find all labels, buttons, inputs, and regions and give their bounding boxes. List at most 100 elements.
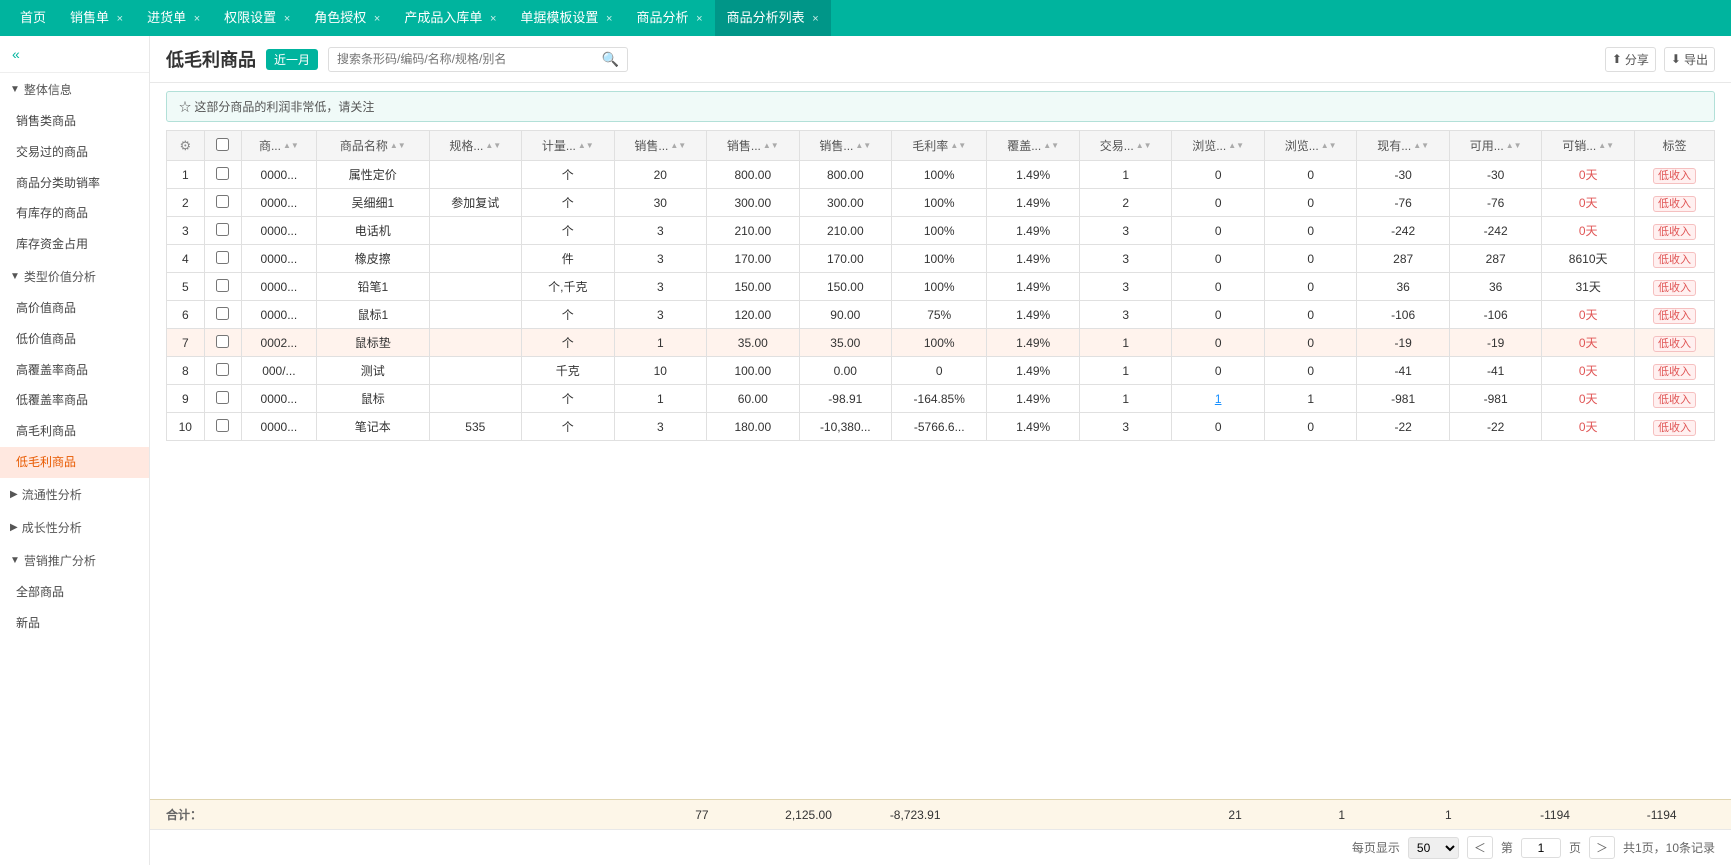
row-checkbox-5[interactable]	[204, 273, 241, 301]
col-current-stock-header[interactable]: 现有... ▲▼	[1357, 131, 1450, 161]
row-checkbox-6[interactable]	[204, 301, 241, 329]
row-checkbox-1[interactable]	[204, 161, 241, 189]
close-permissions-tab[interactable]: ×	[284, 13, 290, 25]
sidebar-item-category-sales-rate[interactable]: 商品分类助销率	[0, 168, 149, 199]
sidebar-item-high-value[interactable]: 高价值商品	[0, 293, 149, 324]
row-select-checkbox-10[interactable]	[216, 419, 229, 432]
col-code-header[interactable]: 商... ▲▼	[241, 131, 316, 161]
select-all-checkbox[interactable]	[216, 138, 229, 151]
row-checkbox-2[interactable]	[204, 189, 241, 217]
nav-analysis-list[interactable]: 商品分析列表 ×	[715, 0, 831, 36]
row-checkbox-9[interactable]	[204, 385, 241, 413]
row-select-checkbox-8[interactable]	[216, 363, 229, 376]
sidebar-item-capital-occupied[interactable]: 库存资金占用	[0, 229, 149, 260]
tag-badge-3: 低收入	[1653, 224, 1696, 240]
sidebar-item-low-profit[interactable]: 低毛利商品	[0, 447, 149, 478]
row-available-1: -30	[1449, 161, 1542, 189]
nav-sales[interactable]: 销售单 ×	[58, 0, 135, 36]
sidebar-group-marketing-analysis[interactable]: ▼ 营销推广分析	[0, 544, 149, 577]
row-select-checkbox-5[interactable]	[216, 279, 229, 292]
sellable-value-3: 0天	[1579, 224, 1598, 238]
sidebar-group-value-analysis[interactable]: ▼ 类型价值分析	[0, 260, 149, 293]
row-trade-count-2: 2	[1079, 189, 1172, 217]
row-select-checkbox-4[interactable]	[216, 251, 229, 264]
col-settings[interactable]: ⚙	[167, 131, 205, 161]
row-checkbox-10[interactable]	[204, 413, 241, 441]
sidebar-group-overall[interactable]: ▼ 整体信息	[0, 73, 149, 106]
row-select-checkbox-3[interactable]	[216, 223, 229, 236]
col-unit-header[interactable]: 计量... ▲▼	[522, 131, 615, 161]
alert-bar: ☆ 这部分商品的利润非常低，请关注	[166, 91, 1715, 122]
row-checkbox-7[interactable]	[204, 329, 241, 357]
row-code-2: 0000...	[241, 189, 316, 217]
nav-permissions[interactable]: 权限设置 ×	[212, 0, 302, 36]
col-trade-count-header[interactable]: 交易... ▲▼	[1079, 131, 1172, 161]
time-tag-btn[interactable]: 近一月	[266, 49, 318, 70]
close-analysis-list-tab[interactable]: ×	[812, 13, 818, 25]
sidebar-item-traded[interactable]: 交易过的商品	[0, 137, 149, 168]
sidebar-item-sales-category[interactable]: 销售类商品	[0, 106, 149, 137]
sidebar-group-flow-analysis[interactable]: ▶ 流通性分析	[0, 478, 149, 511]
view1-link-9[interactable]: 1	[1215, 392, 1222, 406]
row-available-5: 36	[1449, 273, 1542, 301]
col-spec-header[interactable]: 规格... ▲▼	[429, 131, 522, 161]
col-view1-header[interactable]: 浏览... ▲▼	[1172, 131, 1265, 161]
page-label: 第	[1501, 839, 1513, 856]
sidebar-collapse-btn[interactable]: «	[8, 42, 24, 66]
close-templates-tab[interactable]: ×	[606, 13, 612, 25]
row-select-checkbox-1[interactable]	[216, 167, 229, 180]
nav-templates[interactable]: 单据模板设置 ×	[508, 0, 624, 36]
sidebar-item-all-products[interactable]: 全部商品	[0, 577, 149, 608]
next-page-btn[interactable]: ＞	[1589, 836, 1615, 859]
close-purchase-tab[interactable]: ×	[194, 13, 200, 25]
sidebar-group-growth-analysis[interactable]: ▶ 成长性分析	[0, 511, 149, 544]
row-view1-9[interactable]: 1	[1172, 385, 1265, 413]
table-body: 1 0000... 属性定价 个 20 800.00 800.00 100% 1…	[167, 161, 1715, 441]
col-checkbox-header[interactable]	[204, 131, 241, 161]
col-sales-price-header[interactable]: 销售... ▲▼	[707, 131, 800, 161]
close-roles-tab[interactable]: ×	[374, 13, 380, 25]
row-checkbox-4[interactable]	[204, 245, 241, 273]
row-sales-qty-7: 1	[614, 329, 707, 357]
sidebar-item-low-coverage[interactable]: 低覆盖率商品	[0, 385, 149, 416]
close-sales-tab[interactable]: ×	[117, 13, 123, 25]
nav-purchase[interactable]: 进货单 ×	[135, 0, 212, 36]
col-gross-rate-header[interactable]: 毛利率 ▲▼	[892, 131, 987, 161]
close-analysis-tab[interactable]: ×	[696, 13, 702, 25]
prev-page-btn[interactable]: ＜	[1467, 836, 1493, 859]
nav-roles[interactable]: 角色授权 ×	[302, 0, 392, 36]
row-checkbox-3[interactable]	[204, 217, 241, 245]
col-available-header[interactable]: 可用... ▲▼	[1449, 131, 1542, 161]
col-view2-header[interactable]: 浏览... ▲▼	[1264, 131, 1357, 161]
search-input[interactable]	[337, 52, 602, 66]
row-select-checkbox-6[interactable]	[216, 307, 229, 320]
share-button[interactable]: ⬆ 分享	[1605, 47, 1656, 72]
per-page-select[interactable]: 50 100	[1408, 837, 1459, 859]
nav-home[interactable]: 首页	[8, 0, 58, 36]
col-coverage-header[interactable]: 覆盖... ▲▼	[987, 131, 1080, 161]
nav-products[interactable]: 产成品入库单 ×	[392, 0, 508, 36]
sidebar-item-high-profit[interactable]: 高毛利商品	[0, 416, 149, 447]
sidebar-item-low-value[interactable]: 低价值商品	[0, 324, 149, 355]
row-select-checkbox-7[interactable]	[216, 335, 229, 348]
row-sales-profit-3: 210.00	[799, 217, 892, 245]
sidebar-item-high-coverage[interactable]: 高覆盖率商品	[0, 355, 149, 386]
sidebar-item-in-stock[interactable]: 有库存的商品	[0, 198, 149, 229]
col-sellable-header[interactable]: 可销... ▲▼	[1542, 131, 1635, 161]
row-checkbox-8[interactable]	[204, 357, 241, 385]
table-row: 9 0000... 鼠标 个 1 60.00 -98.91 -164.85% 1…	[167, 385, 1715, 413]
row-current-stock-9: -981	[1357, 385, 1450, 413]
page-input[interactable]	[1521, 838, 1561, 858]
col-sales-qty-header[interactable]: 销售... ▲▼	[614, 131, 707, 161]
col-sales-profit-header[interactable]: 销售... ▲▼	[799, 131, 892, 161]
sidebar-item-new-products[interactable]: 新品	[0, 608, 149, 639]
close-products-tab[interactable]: ×	[490, 13, 496, 25]
search-icon[interactable]: 🔍	[602, 51, 619, 68]
row-select-checkbox-9[interactable]	[216, 391, 229, 404]
nav-analysis[interactable]: 商品分析 ×	[624, 0, 714, 36]
settings-icon[interactable]: ⚙	[179, 138, 191, 154]
col-name-header[interactable]: 商品名称 ▲▼	[317, 131, 429, 161]
row-unit-10: 个	[522, 413, 615, 441]
export-button[interactable]: ⬇ 导出	[1664, 47, 1715, 72]
row-select-checkbox-2[interactable]	[216, 195, 229, 208]
